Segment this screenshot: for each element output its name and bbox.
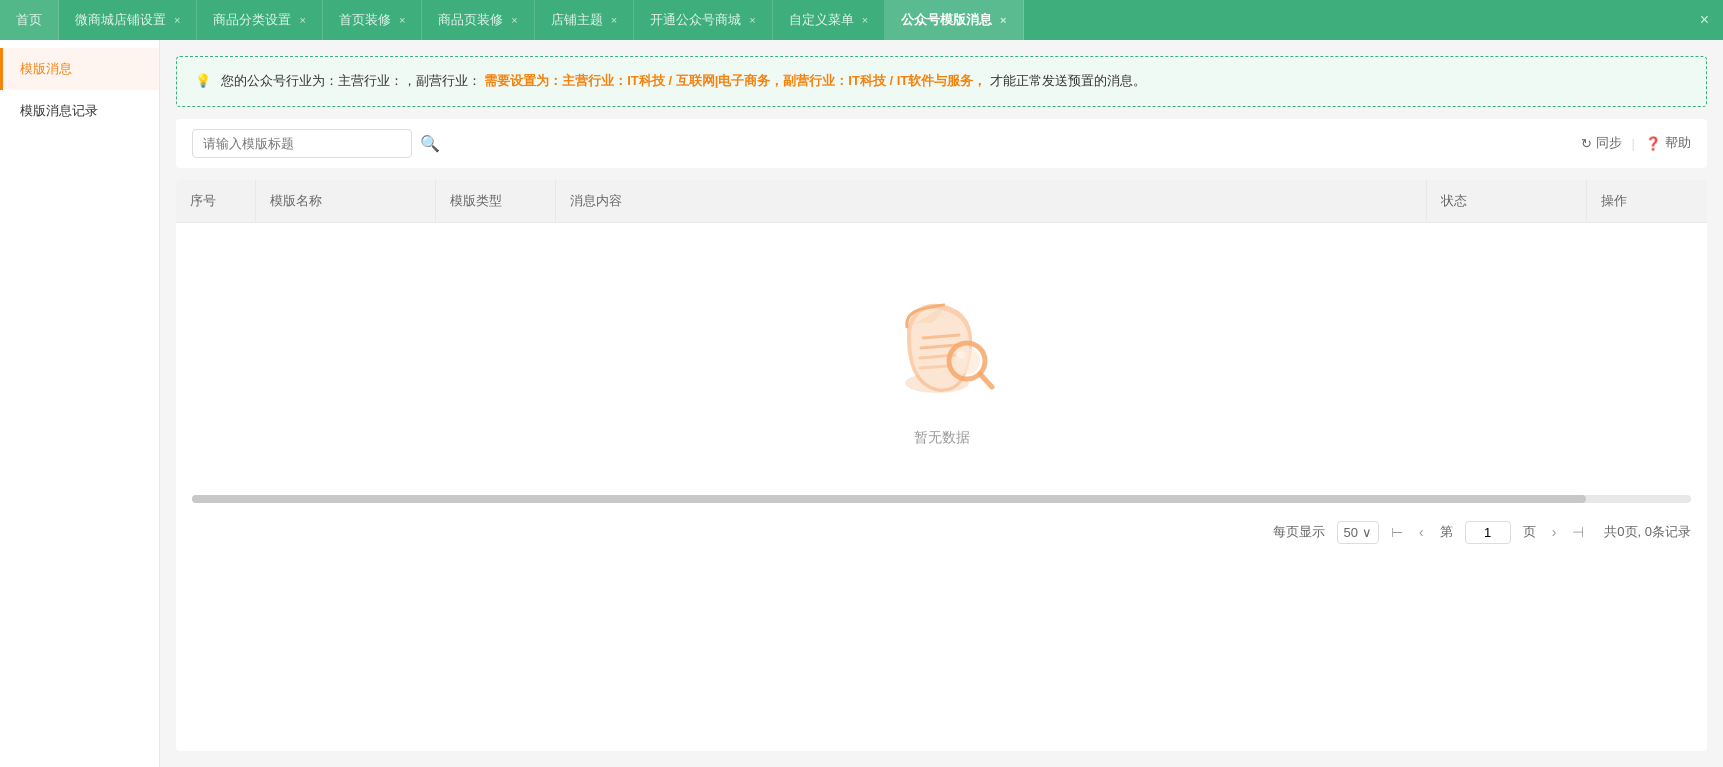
tab-homepage[interactable]: 首页装修 × <box>323 0 422 40</box>
page-input[interactable] <box>1465 521 1511 544</box>
help-icon: ❓ <box>1645 136 1661 151</box>
svg-point-8 <box>957 351 965 359</box>
chevron-down-icon: ∨ <box>1362 525 1372 540</box>
tab-homepage-label: 首页装修 <box>339 11 391 29</box>
tab-templatemsg[interactable]: 公众号模版消息 × <box>885 0 1023 40</box>
tab-home-label: 首页 <box>16 11 42 29</box>
search-input[interactable] <box>192 129 412 158</box>
empty-icon <box>877 283 1007 413</box>
empty-text: 暂无数据 <box>914 429 970 447</box>
help-label: 帮助 <box>1665 134 1691 152</box>
search-right: ↻ 同步 | ❓ 帮助 <box>1581 134 1691 152</box>
sidebar-item-template-record-label: 模版消息记录 <box>20 103 98 118</box>
sync-button[interactable]: ↻ 同步 <box>1581 134 1622 152</box>
notice-suffix: 才能正常发送预置的消息。 <box>990 73 1146 88</box>
page-size-label: 每页显示 <box>1273 523 1325 541</box>
notice-box: 💡 您的公众号行业为：主营行业：，副营行业： 需要设置为：主营行业：IT科技 /… <box>176 56 1707 107</box>
search-button[interactable]: 🔍 <box>420 134 440 153</box>
search-bar: 🔍 ↻ 同步 | ❓ 帮助 <box>176 119 1707 168</box>
sidebar-item-template-record[interactable]: 模版消息记录 <box>0 90 159 132</box>
scroll-thumb <box>192 495 1586 503</box>
notice-prefix: 您的公众号行业为：主营行业：，副营行业： <box>221 73 481 88</box>
page-size-value: 50 <box>1344 525 1358 540</box>
tab-wechatmall-close[interactable]: × <box>749 15 755 26</box>
svg-line-4 <box>920 366 949 368</box>
tab-productpage-close[interactable]: × <box>511 15 517 26</box>
tab-weishop-close[interactable]: × <box>174 15 180 26</box>
sidebar-item-template-msg-label: 模版消息 <box>20 61 72 76</box>
search-left: 🔍 <box>192 129 440 158</box>
tab-category-close[interactable]: × <box>299 15 305 26</box>
last-page-button[interactable]: ⊣ <box>1568 522 1588 542</box>
svg-point-6 <box>954 348 980 374</box>
tab-bar: 首页 微商城店铺设置 × 商品分类设置 × 首页装修 × 商品页装修 × 店铺主… <box>0 0 1723 40</box>
tab-bar-close-button[interactable]: × <box>1686 0 1723 40</box>
sync-label: 同步 <box>1596 134 1622 152</box>
tab-theme-label: 店铺主题 <box>551 11 603 29</box>
tab-productpage-label: 商品页装修 <box>438 11 503 29</box>
tab-custommenu-close[interactable]: × <box>862 15 868 26</box>
table-header: 序号 模版名称 模版类型 消息内容 状态 操作 <box>176 180 1707 223</box>
prev-page-button[interactable]: ‹ <box>1415 522 1428 542</box>
tab-home[interactable]: 首页 <box>0 0 59 40</box>
content-area: 💡 您的公众号行业为：主营行业：，副营行业： 需要设置为：主营行业：IT科技 /… <box>160 40 1723 767</box>
tab-templatemsg-close[interactable]: × <box>1000 15 1006 26</box>
tab-custommenu[interactable]: 自定义菜单 × <box>773 0 885 40</box>
total-label: 共0页, 0条记录 <box>1604 523 1691 541</box>
sidebar-item-template-msg[interactable]: 模版消息 <box>0 48 159 90</box>
col-name: 模版名称 <box>256 180 436 222</box>
tab-wechatmall-label: 开通公众号商城 <box>650 11 741 29</box>
tab-custommenu-label: 自定义菜单 <box>789 11 854 29</box>
col-content: 消息内容 <box>556 180 1427 222</box>
search-icon: 🔍 <box>420 135 440 152</box>
horizontal-scrollbar[interactable] <box>192 495 1691 503</box>
col-action: 操作 <box>1587 180 1707 222</box>
page-size-select[interactable]: 50 ∨ <box>1337 521 1379 544</box>
divider: | <box>1632 136 1635 151</box>
empty-state: 暂无数据 <box>176 223 1707 487</box>
tab-category[interactable]: 商品分类设置 × <box>197 0 322 40</box>
data-table: 序号 模版名称 模版类型 消息内容 状态 操作 <box>176 180 1707 751</box>
tab-templatemsg-label: 公众号模版消息 <box>901 11 992 29</box>
help-button[interactable]: ❓ 帮助 <box>1645 134 1691 152</box>
page-label-prefix: 第 <box>1440 523 1453 541</box>
col-status: 状态 <box>1427 180 1587 222</box>
tab-wechatmall[interactable]: 开通公众号商城 × <box>634 0 772 40</box>
tab-category-label: 商品分类设置 <box>213 11 291 29</box>
tab-theme-close[interactable]: × <box>611 15 617 26</box>
page-label-suffix: 页 <box>1523 523 1536 541</box>
sidebar: 模版消息 模版消息记录 <box>0 40 160 767</box>
first-page-button[interactable]: ⊢ <box>1387 522 1407 542</box>
tab-homepage-close[interactable]: × <box>399 15 405 26</box>
tab-theme[interactable]: 店铺主题 × <box>535 0 634 40</box>
notice-highlight: 需要设置为：主营行业：IT科技 / 互联网|电子商务，副营行业：IT科技 / I… <box>484 73 986 88</box>
pagination: 每页显示 50 ∨ ⊢ ‹ 第 页 › ⊣ 共0页, 0条记录 <box>176 511 1707 554</box>
next-page-button[interactable]: › <box>1548 522 1561 542</box>
tab-weishop[interactable]: 微商城店铺设置 × <box>59 0 197 40</box>
main-layout: 模版消息 模版消息记录 💡 您的公众号行业为：主营行业：，副营行业： 需要设置为… <box>0 40 1723 767</box>
notice-icon: 💡 <box>195 73 211 88</box>
sync-icon: ↻ <box>1581 136 1592 151</box>
col-type: 模版类型 <box>436 180 556 222</box>
tab-weishop-label: 微商城店铺设置 <box>75 11 166 29</box>
tab-productpage[interactable]: 商品页装修 × <box>422 0 534 40</box>
svg-line-7 <box>980 374 992 387</box>
col-index: 序号 <box>176 180 256 222</box>
